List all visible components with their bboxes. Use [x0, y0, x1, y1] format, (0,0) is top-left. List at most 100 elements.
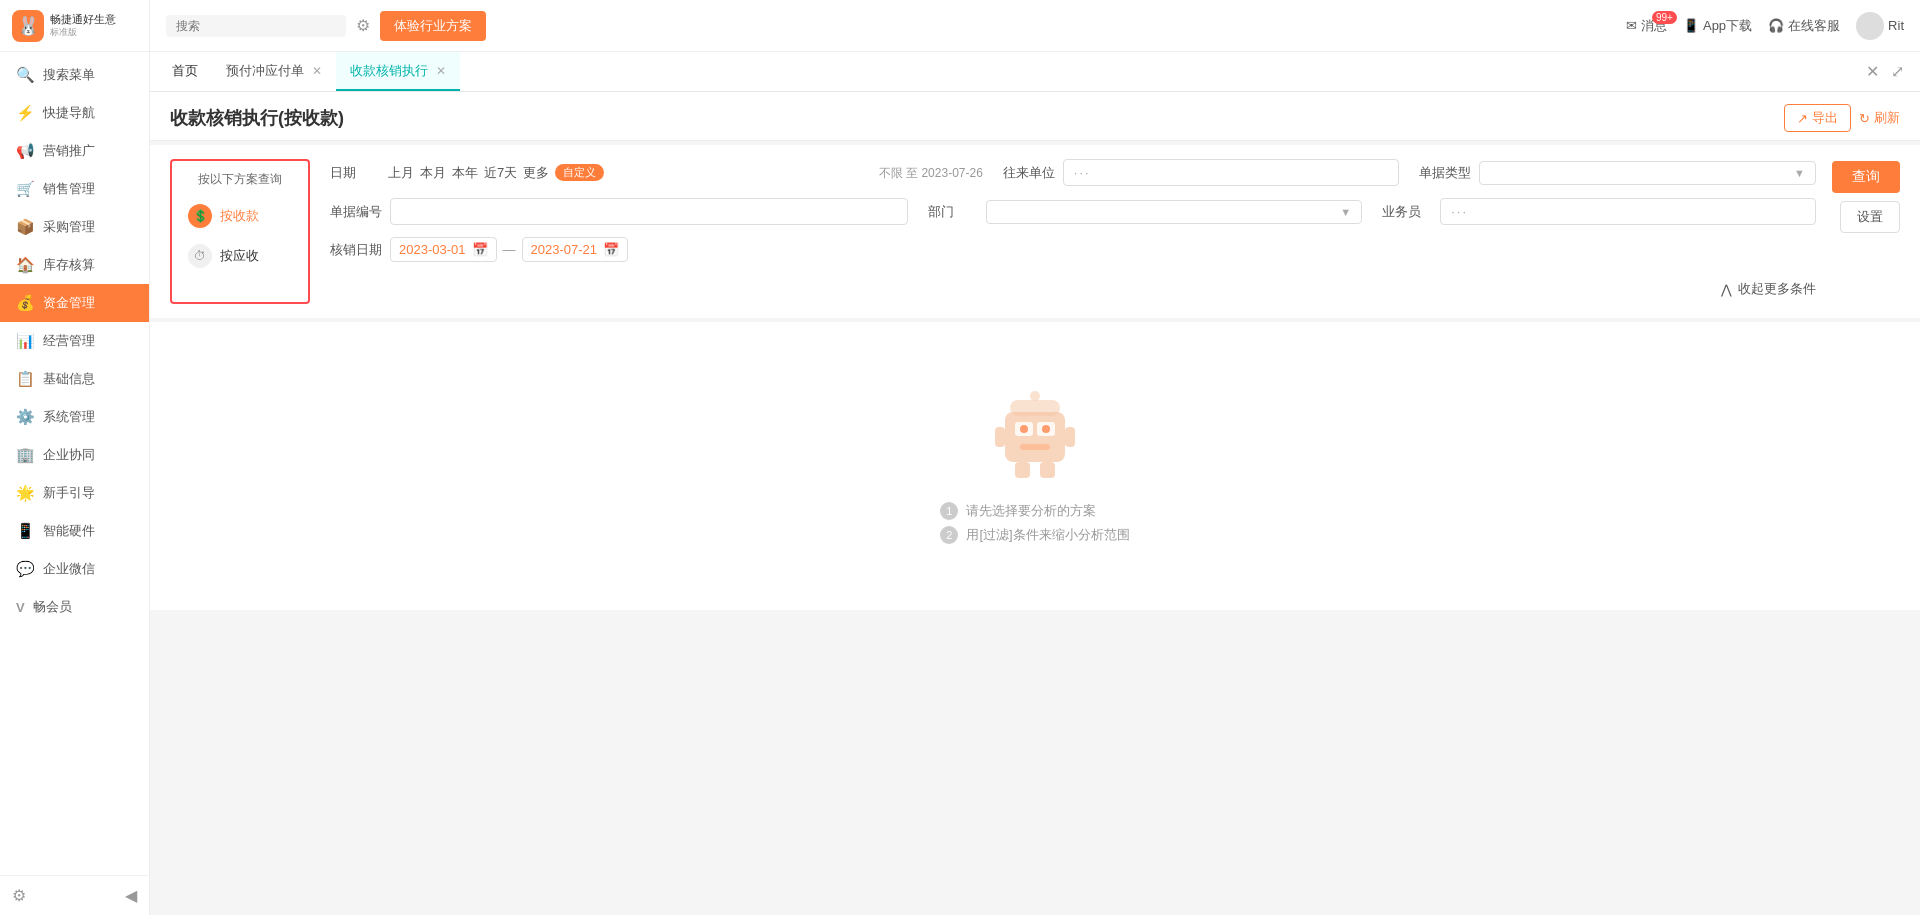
app-download-button[interactable]: 📱 App下载 — [1683, 17, 1752, 35]
sidebar-item-member[interactable]: V 畅会员 — [0, 588, 149, 626]
settings-button[interactable]: 设置 — [1840, 201, 1900, 233]
empty-hint-2: 2 用[过滤]条件来缩小分析范围 — [940, 526, 1129, 544]
refresh-button[interactable]: ↻ 刷新 — [1859, 109, 1900, 127]
svg-point-4 — [1042, 425, 1050, 433]
filter-area: 按以下方案查询 💲 按收款 ⏱ 按应收 — [150, 145, 1920, 318]
sidebar-item-hardware[interactable]: 📱 智能硬件 — [0, 512, 149, 550]
by-receivable-label: 按应收 — [220, 247, 259, 265]
filter-row-1: 日期 上月 本月 本年 近7天 更多 自定义 — [330, 159, 1816, 186]
inventory-icon: 🏠 — [16, 256, 35, 274]
doc-no-field: 单据编号 — [330, 198, 908, 225]
doc-type-arrow: ▼ — [1794, 167, 1805, 179]
counterparty-select[interactable]: ··· — [1063, 159, 1400, 186]
user-profile[interactable]: Rit — [1856, 12, 1904, 40]
operations-icon: 📊 — [16, 332, 35, 350]
sidebar-label-basic: 基础信息 — [43, 370, 95, 388]
sidebar-collapse-icon[interactable]: ◀ — [125, 886, 137, 905]
staff-select[interactable]: ··· — [1440, 198, 1816, 225]
collapse-more-btn[interactable]: ⋀ 收起更多条件 — [330, 274, 1816, 304]
last-7days-btn[interactable]: 近7天 — [484, 164, 517, 182]
collapse-label: 收起更多条件 — [1738, 280, 1816, 298]
tab-home-label: 首页 — [172, 62, 198, 80]
more-btn[interactable]: 更多 — [523, 164, 549, 182]
sidebar-item-purchase[interactable]: 📦 采购管理 — [0, 208, 149, 246]
sidebar-settings-icon[interactable]: ⚙ — [12, 886, 26, 905]
svg-rect-6 — [995, 427, 1005, 447]
topbar-settings-icon[interactable]: ⚙ — [356, 16, 370, 35]
topbar-search-input[interactable] — [176, 19, 336, 33]
by-receivable-icon: ⏱ — [188, 244, 212, 268]
sidebar-item-inventory[interactable]: 🏠 库存核算 — [0, 246, 149, 284]
guide-icon: 🌟 — [16, 484, 35, 502]
by-receipt-icon: 💲 — [188, 204, 212, 228]
sidebar-item-guide[interactable]: 🌟 新手引导 — [0, 474, 149, 512]
tab-expand-icon[interactable]: ⤢ — [1887, 58, 1908, 85]
sidebar-item-system[interactable]: ⚙️ 系统管理 — [0, 398, 149, 436]
hint-text-1: 请先选择要分析的方案 — [966, 502, 1096, 520]
export-button[interactable]: ↗ 导出 — [1784, 104, 1851, 132]
this-year-btn[interactable]: 本年 — [452, 164, 478, 182]
svg-rect-10 — [1010, 400, 1060, 416]
sidebar-label-search: 搜索菜单 — [43, 66, 95, 84]
hint-num-2: 2 — [940, 526, 958, 544]
finance-icon: 💰 — [16, 294, 35, 312]
topbar: ⚙ 体验行业方案 ✉ 消息 99+ 📱 App下载 🎧 在线客服 Rit — [150, 0, 1920, 52]
date-label: 日期 — [330, 164, 380, 182]
filter-sidebar-title: 按以下方案查询 — [180, 171, 300, 188]
filter-option-by-receivable[interactable]: ⏱ 按应收 — [180, 238, 300, 274]
purchase-icon: 📦 — [16, 218, 35, 236]
tab-receipt-close[interactable]: ✕ — [436, 64, 446, 78]
empty-hints: 1 请先选择要分析的方案 2 用[过滤]条件来缩小分析范围 — [940, 502, 1129, 550]
sidebar-item-operations[interactable]: 📊 经营管理 — [0, 322, 149, 360]
sales-icon: 🛒 — [16, 180, 35, 198]
export-icon: ↗ — [1797, 111, 1808, 126]
sidebar-label-operations: 经营管理 — [43, 332, 95, 350]
corp-icon: 🏢 — [16, 446, 35, 464]
online-service-button[interactable]: 🎧 在线客服 — [1768, 17, 1840, 35]
verify-date-end[interactable]: 2023-07-21 📅 — [522, 237, 629, 262]
sidebar-item-basic[interactable]: 📋 基础信息 — [0, 360, 149, 398]
tab-prepay-close[interactable]: ✕ — [312, 64, 322, 78]
hardware-icon: 📱 — [16, 522, 35, 540]
tab-receipt-verify[interactable]: 收款核销执行 ✕ — [336, 52, 460, 91]
message-button[interactable]: ✉ 消息 99+ — [1626, 17, 1667, 35]
verify-date-start[interactable]: 2023-03-01 📅 — [390, 237, 497, 262]
svg-rect-0 — [1005, 412, 1065, 462]
query-button[interactable]: 查询 — [1832, 161, 1900, 193]
sidebar-nav: 🔍 搜索菜单 ⚡ 快捷导航 📢 营销推广 🛒 销售管理 📦 采购管理 🏠 库存核… — [0, 52, 149, 875]
wechat-icon: 💬 — [16, 560, 35, 578]
sidebar-item-marketing[interactable]: 📢 营销推广 — [0, 132, 149, 170]
sidebar-footer: ⚙ ◀ — [0, 875, 149, 915]
dept-label: 部门 — [928, 203, 978, 221]
page-title: 收款核销执行(按收款) — [170, 106, 344, 130]
sidebar-item-wechat[interactable]: 💬 企业微信 — [0, 550, 149, 588]
custom-date-badge[interactable]: 自定义 — [555, 164, 604, 181]
message-badge: 99+ — [1652, 11, 1677, 24]
sidebar: 🐰 畅捷通好生意 标准版 🔍 搜索菜单 ⚡ 快捷导航 📢 营销推广 🛒 销售管理… — [0, 0, 150, 915]
filter-form: 日期 上月 本月 本年 近7天 更多 自定义 — [330, 159, 1900, 304]
date-hint: 不限 至 2023-07-26 — [879, 165, 983, 182]
counterparty-field: 往来单位 ··· — [1003, 159, 1400, 186]
calendar-end-icon: 📅 — [603, 242, 619, 257]
sidebar-label-quick-nav: 快捷导航 — [43, 104, 95, 122]
tab-prepay[interactable]: 预付冲应付单 ✕ — [212, 52, 336, 91]
solution-button[interactable]: 体验行业方案 — [380, 11, 486, 41]
topbar-search-area[interactable] — [166, 15, 346, 37]
sidebar-item-sales[interactable]: 🛒 销售管理 — [0, 170, 149, 208]
sidebar-item-finance[interactable]: 💰 资金管理 — [0, 284, 149, 322]
this-month-btn[interactable]: 本月 — [420, 164, 446, 182]
tab-home[interactable]: 首页 — [158, 52, 212, 91]
system-icon: ⚙️ — [16, 408, 35, 426]
sidebar-item-corp[interactable]: 🏢 企业协同 — [0, 436, 149, 474]
tab-receipt-label: 收款核销执行 — [350, 62, 428, 80]
doc-no-input[interactable] — [390, 198, 908, 225]
sidebar-item-quick-nav[interactable]: ⚡ 快捷导航 — [0, 94, 149, 132]
marketing-icon: 📢 — [16, 142, 35, 160]
sidebar-item-search[interactable]: 🔍 搜索菜单 — [0, 56, 149, 94]
filter-option-by-receipt[interactable]: 💲 按收款 — [180, 198, 300, 234]
doc-type-select[interactable]: ▼ — [1479, 161, 1816, 185]
tab-close-all-icon[interactable]: ✕ — [1862, 58, 1883, 85]
last-month-btn[interactable]: 上月 — [388, 164, 414, 182]
app-download-label: App下载 — [1703, 17, 1752, 35]
dept-select[interactable]: ▼ — [986, 200, 1362, 224]
